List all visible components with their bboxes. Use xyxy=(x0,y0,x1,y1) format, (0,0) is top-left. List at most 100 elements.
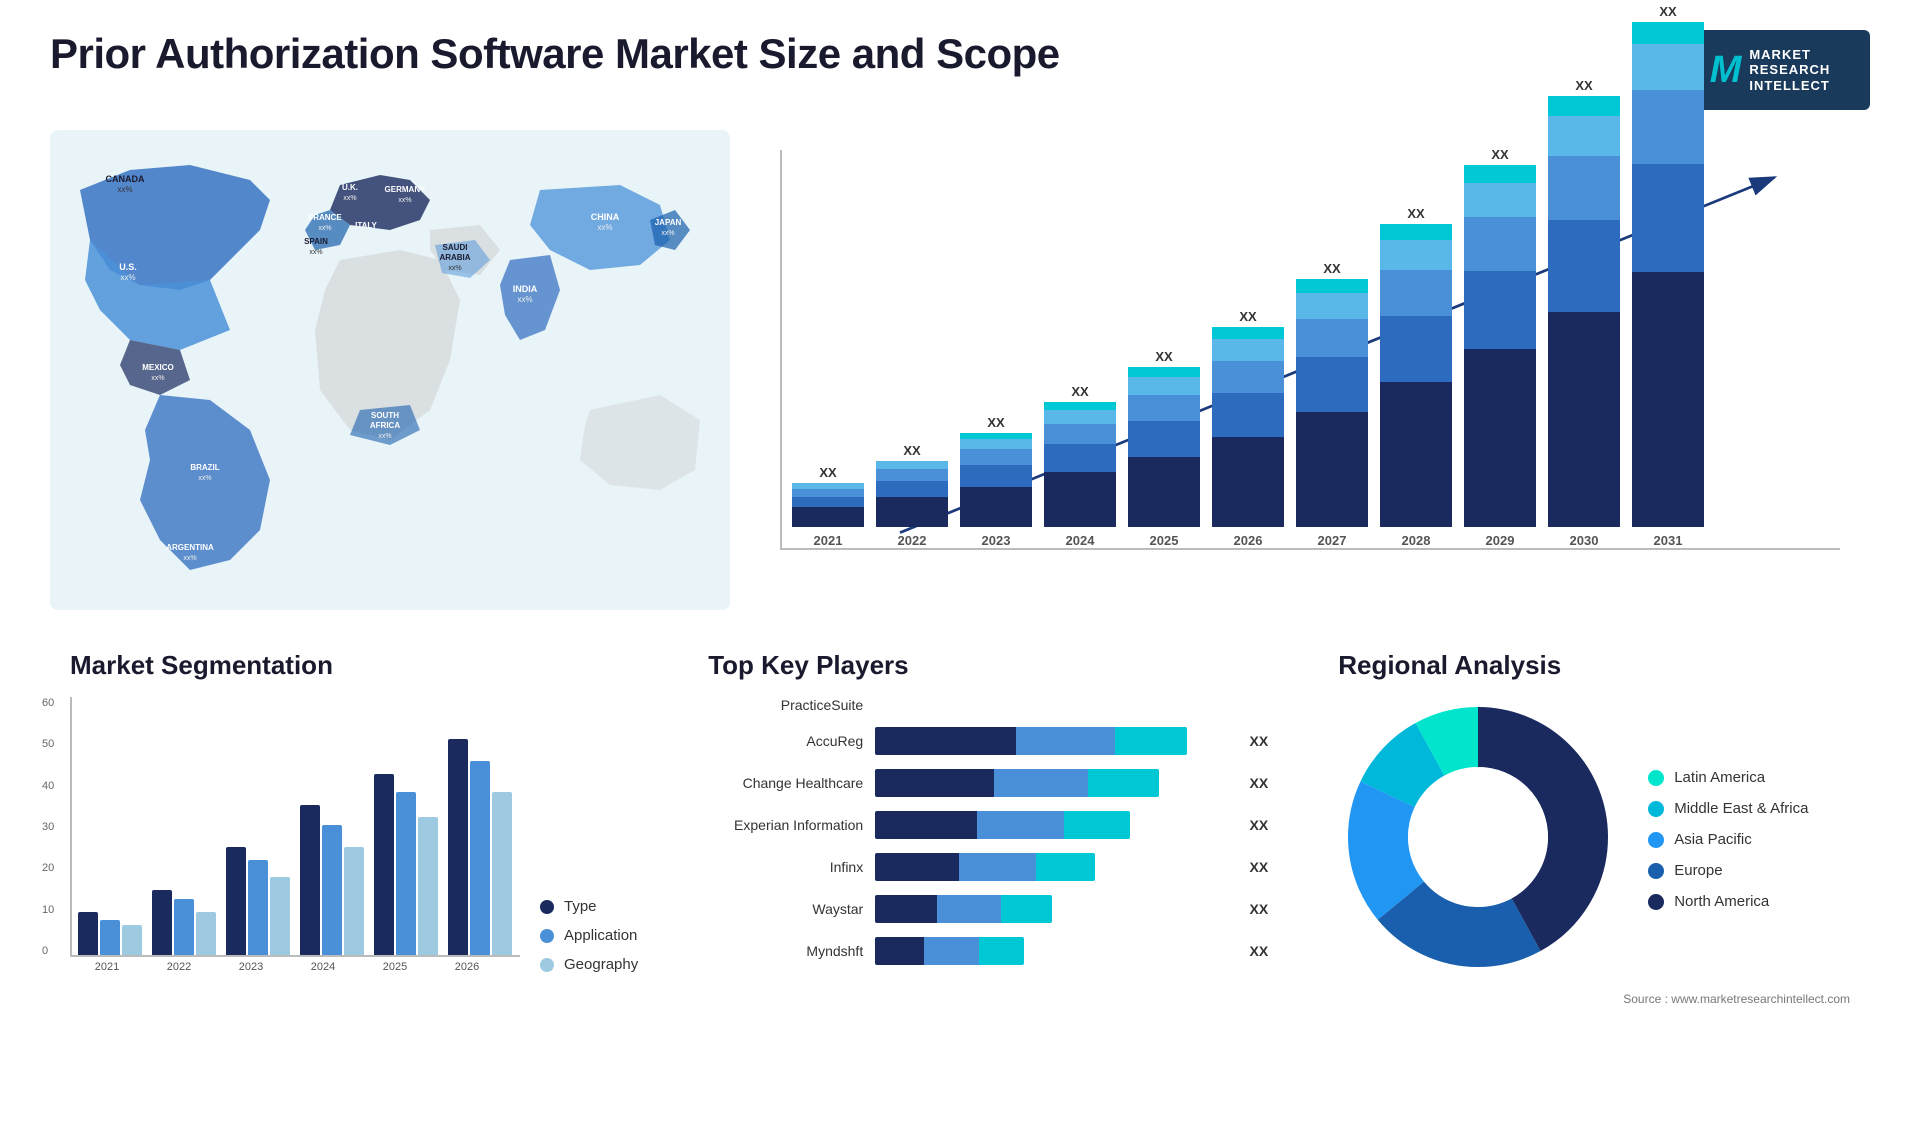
bar-seg-light-2027 xyxy=(1296,319,1368,357)
player-seg3-experian xyxy=(1064,811,1130,839)
bar-seg-dark-2024 xyxy=(1044,472,1116,527)
bar-seg-dark-2025 xyxy=(1128,457,1200,527)
player-seg3-myndshft xyxy=(979,937,1024,965)
bar-seg-teal-2025 xyxy=(1128,367,1200,377)
bar-xx-2030: XX xyxy=(1575,78,1592,93)
bar-xx-2025: XX xyxy=(1155,349,1172,364)
player-bar-stack-change xyxy=(875,769,1158,797)
player-xx-experian: XX xyxy=(1250,817,1269,833)
svg-text:U.S.: U.S. xyxy=(119,262,137,272)
bar-seg-mid-2023 xyxy=(960,465,1032,487)
player-row-change: Change Healthcare XX xyxy=(708,769,1268,797)
segmentation-chart-area: 60 50 40 30 20 10 0 xyxy=(70,697,638,973)
logo-text: MARKET RESEARCH INTELLECT xyxy=(1749,47,1830,94)
svg-text:xx%: xx% xyxy=(517,295,532,304)
regional-container: Regional Analysis xyxy=(1318,640,1870,1060)
bar-year-2021: 2021 xyxy=(814,533,843,548)
seg-bar-type-2026 xyxy=(448,739,468,955)
bar-seg-light-2024 xyxy=(1044,424,1116,444)
bar-group-2025: XX 2025 xyxy=(1128,349,1200,548)
player-name-change: Change Healthcare xyxy=(708,775,863,791)
bar-stack-2025 xyxy=(1128,367,1200,527)
regional-dot-mea xyxy=(1648,801,1664,817)
bar-xx-2022: XX xyxy=(903,443,920,458)
bar-seg-cyan-2025 xyxy=(1128,377,1200,395)
seg-y-axis: 60 50 40 30 20 10 0 xyxy=(42,697,54,957)
regional-label-apac: Asia Pacific xyxy=(1674,831,1752,848)
player-xx-myndshft: XX xyxy=(1250,943,1269,959)
svg-text:BRAZIL: BRAZIL xyxy=(190,463,219,472)
svg-text:xx%: xx% xyxy=(309,249,322,256)
seg-bar-app-2023 xyxy=(248,860,268,955)
seg-legend: Type Application Geography xyxy=(540,878,638,973)
seg-bar-type-2023 xyxy=(226,847,246,955)
bar-seg-cyan-2027 xyxy=(1296,293,1368,319)
player-seg2-experian xyxy=(977,811,1064,839)
bar-year-2031: 2031 xyxy=(1654,533,1683,548)
bar-seg-light-2028 xyxy=(1380,270,1452,316)
bar-seg-light-2030 xyxy=(1548,156,1620,220)
seg-bar-app-2024 xyxy=(322,825,342,955)
bar-seg-mid-2029 xyxy=(1464,271,1536,349)
bar-stack-2026 xyxy=(1212,327,1284,527)
bar-seg-teal-2029 xyxy=(1464,165,1536,183)
bar-chart-area: XX 2021 XX xyxy=(780,150,1840,550)
bar-group-2030: XX 2030 xyxy=(1548,78,1620,548)
svg-text:SOUTH: SOUTH xyxy=(371,411,399,420)
bar-group-2026: XX 2026 xyxy=(1212,309,1284,548)
player-xx-accureg: XX xyxy=(1250,733,1269,749)
bar-seg-light-2025 xyxy=(1128,395,1200,421)
bar-stack-2031 xyxy=(1632,22,1704,527)
player-bar-accureg xyxy=(875,727,1229,755)
player-row-practicesuite: PracticeSuite xyxy=(708,697,1268,713)
player-seg2-infinx xyxy=(959,853,1036,881)
bar-stack-2030 xyxy=(1548,96,1620,527)
bar-group-2028: XX 2028 xyxy=(1380,206,1452,548)
regional-legend-latin: Latin America xyxy=(1648,769,1808,786)
bar-seg-dark-2022 xyxy=(876,497,948,527)
source-line: Source : www.marketresearchintellect.com xyxy=(1338,992,1850,1006)
seg-bars-wrapper: 60 50 40 30 20 10 0 xyxy=(70,697,520,973)
bar-seg-teal-2028 xyxy=(1380,224,1452,240)
seg-bar-app-2026 xyxy=(470,761,490,955)
bar-group-2029: XX 2029 xyxy=(1464,147,1536,548)
svg-text:xx%: xx% xyxy=(597,223,612,232)
bar-group-2022: XX 2022 xyxy=(876,443,948,548)
player-seg2-change xyxy=(994,769,1088,797)
svg-text:ARABIA: ARABIA xyxy=(439,253,470,262)
player-name-infinx: Infinx xyxy=(708,859,863,875)
player-name-accureg: AccuReg xyxy=(708,733,863,749)
svg-text:xx%: xx% xyxy=(151,375,164,382)
svg-text:xx%: xx% xyxy=(661,230,674,237)
legend-dot-type xyxy=(540,900,554,914)
seg-bar-geo-2023 xyxy=(270,877,290,955)
bar-seg-dark-2023 xyxy=(960,487,1032,527)
regional-legend: Latin America Middle East & Africa Asia … xyxy=(1648,769,1808,910)
map-container: CANADA xx% U.S. xx% MEXICO xx% BRAZIL xx… xyxy=(50,130,730,610)
legend-label-geo: Geography xyxy=(564,956,638,973)
svg-text:GERMANY: GERMANY xyxy=(385,185,427,194)
player-seg1-infinx xyxy=(875,853,958,881)
player-seg3-infinx xyxy=(1036,853,1095,881)
players-title: Top Key Players xyxy=(708,650,1268,681)
seg-bar-app-2021 xyxy=(100,920,120,955)
seg-bar-geo-2021 xyxy=(122,925,142,955)
player-bar-stack-accureg xyxy=(875,727,1187,755)
svg-text:SAUDI: SAUDI xyxy=(443,243,468,252)
bar-year-2027: 2027 xyxy=(1318,533,1347,548)
seg-group-2022 xyxy=(152,890,216,955)
bar-seg-cyan-2031 xyxy=(1632,44,1704,90)
svg-text:CHINA: CHINA xyxy=(591,212,620,222)
player-bar-infinx xyxy=(875,853,1229,881)
source-text: Source : www.marketresearchintellect.com xyxy=(1623,992,1850,1006)
svg-text:CANADA: CANADA xyxy=(106,174,145,184)
legend-app: Application xyxy=(540,927,638,944)
bar-seg-dark-2028 xyxy=(1380,382,1452,527)
bar-seg-mid-2031 xyxy=(1632,164,1704,272)
svg-text:ITALY: ITALY xyxy=(355,221,377,230)
bar-seg-dark-2029 xyxy=(1464,349,1536,527)
seg-group-2026 xyxy=(448,739,512,955)
player-row-waystar: Waystar XX xyxy=(708,895,1268,923)
player-name-practicesuite: PracticeSuite xyxy=(708,697,863,713)
seg-bar-type-2022 xyxy=(152,890,172,955)
